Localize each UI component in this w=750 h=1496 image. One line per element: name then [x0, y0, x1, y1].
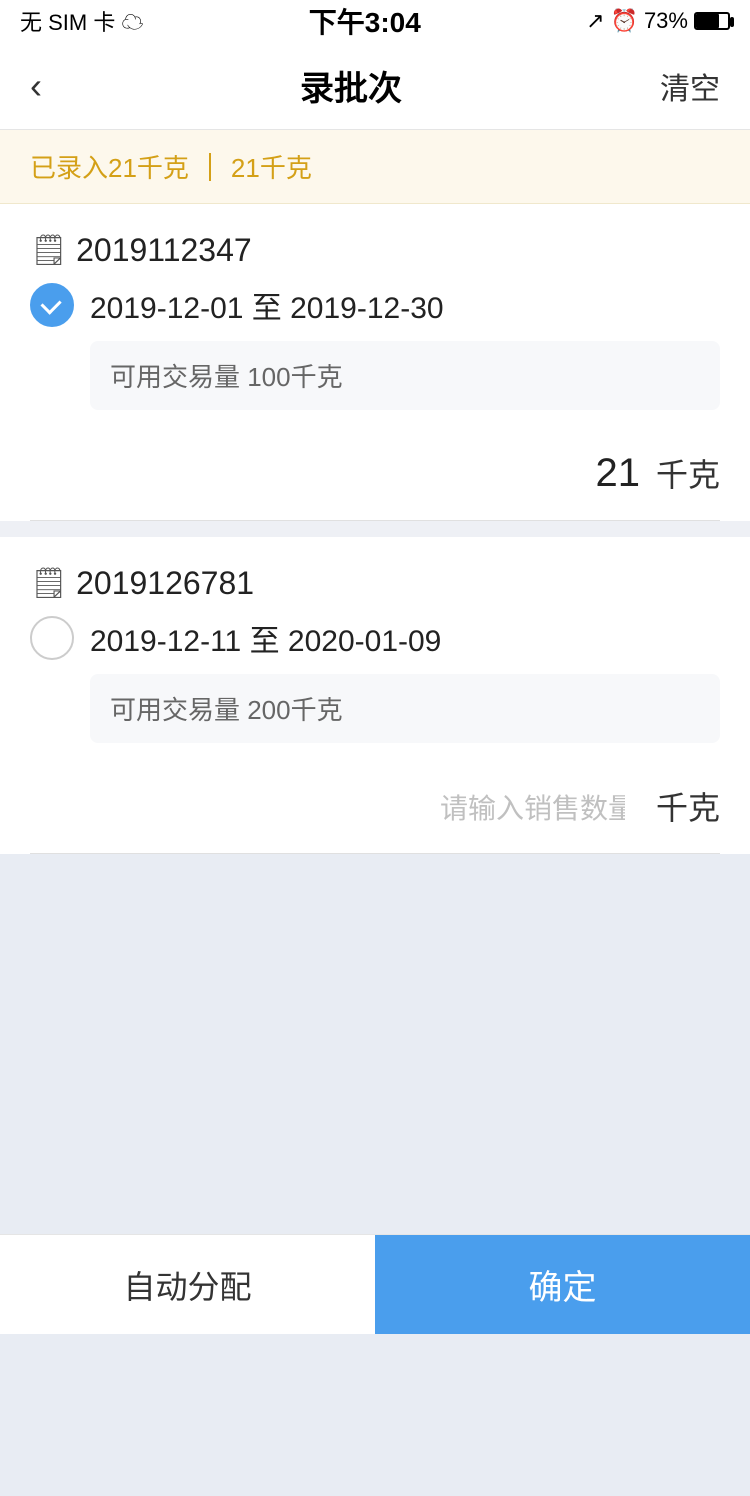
batch-1-available: 可用交易量 100千克: [90, 341, 720, 410]
batch-1-icon: 🗒: [30, 233, 68, 268]
bottom-bar: 自动分配 确定: [0, 1234, 750, 1334]
location-icon: ↗: [586, 8, 604, 34]
batch-2-item: 🗒 2019126781 2019-12-11 至 2020-01-09 可用交…: [0, 537, 750, 763]
batch-1-unit: 千克: [656, 450, 720, 496]
batch-1-id-row: 🗒 2019112347: [30, 232, 720, 269]
batch-1-date-row[interactable]: 2019-12-01 至 2019-12-30: [30, 283, 720, 327]
batch-2-icon: 🗒: [30, 566, 68, 601]
batch-2-id-row: 🗒 2019126781: [30, 565, 720, 602]
empty-area: [0, 854, 750, 1496]
batch-1-input-row: 21 千克: [0, 430, 750, 520]
batch-1-item: 🗒 2019112347 2019-12-01 至 2019-12-30 可用交…: [0, 204, 750, 430]
batch-2-input-row[interactable]: 千克: [0, 763, 750, 853]
batch-2-quantity-input[interactable]: [440, 785, 640, 827]
recorded-amount: 已录入21千克: [30, 148, 189, 185]
info-banner: 已录入21千克 21千克: [0, 130, 750, 204]
confirm-button[interactable]: 确定: [375, 1235, 750, 1334]
info-divider: [209, 153, 211, 181]
sim-label: 无 SIM 卡 ☁: [20, 5, 143, 37]
page-title: 录批次: [300, 61, 402, 110]
batch-1-date: 2019-12-01 至 2019-12-30: [90, 283, 444, 327]
status-right: ↗ ⏰ 73%: [586, 8, 730, 34]
batch-2-id: 2019126781: [76, 565, 254, 602]
batch-2-section: 🗒 2019126781 2019-12-11 至 2020-01-09 可用交…: [0, 537, 750, 854]
batch-2-unit: 千克: [656, 783, 720, 829]
batch-1-section: 🗒 2019112347 2019-12-01 至 2019-12-30 可用交…: [0, 204, 750, 521]
total-amount: 21千克: [231, 148, 312, 185]
alarm-icon: ⏰: [611, 8, 638, 34]
batch-2-date-row[interactable]: 2019-12-11 至 2020-01-09: [30, 616, 720, 660]
batch-2-radio[interactable]: [30, 616, 74, 660]
batch-1-quantity-display: 21: [595, 451, 640, 496]
batch-2-date: 2019-12-11 至 2020-01-09: [90, 616, 441, 660]
batch-2-available: 可用交易量 200千克: [90, 674, 720, 743]
status-left: 无 SIM 卡 ☁: [20, 5, 143, 37]
auto-distribute-button[interactable]: 自动分配: [0, 1235, 375, 1334]
batch-1-id: 2019112347: [76, 232, 252, 269]
battery-icon: [694, 12, 730, 30]
section-divider-1: [0, 521, 750, 537]
nav-bar: ‹ 录批次 清空: [0, 42, 750, 130]
status-bar: 无 SIM 卡 ☁ 下午3:04 ↗ ⏰ 73%: [0, 0, 750, 42]
clear-button[interactable]: 清空: [660, 64, 720, 108]
status-time: 下午3:04: [309, 1, 421, 41]
battery-label: 73%: [644, 8, 688, 34]
batch-1-radio[interactable]: [30, 283, 74, 327]
back-button[interactable]: ‹: [30, 65, 42, 107]
